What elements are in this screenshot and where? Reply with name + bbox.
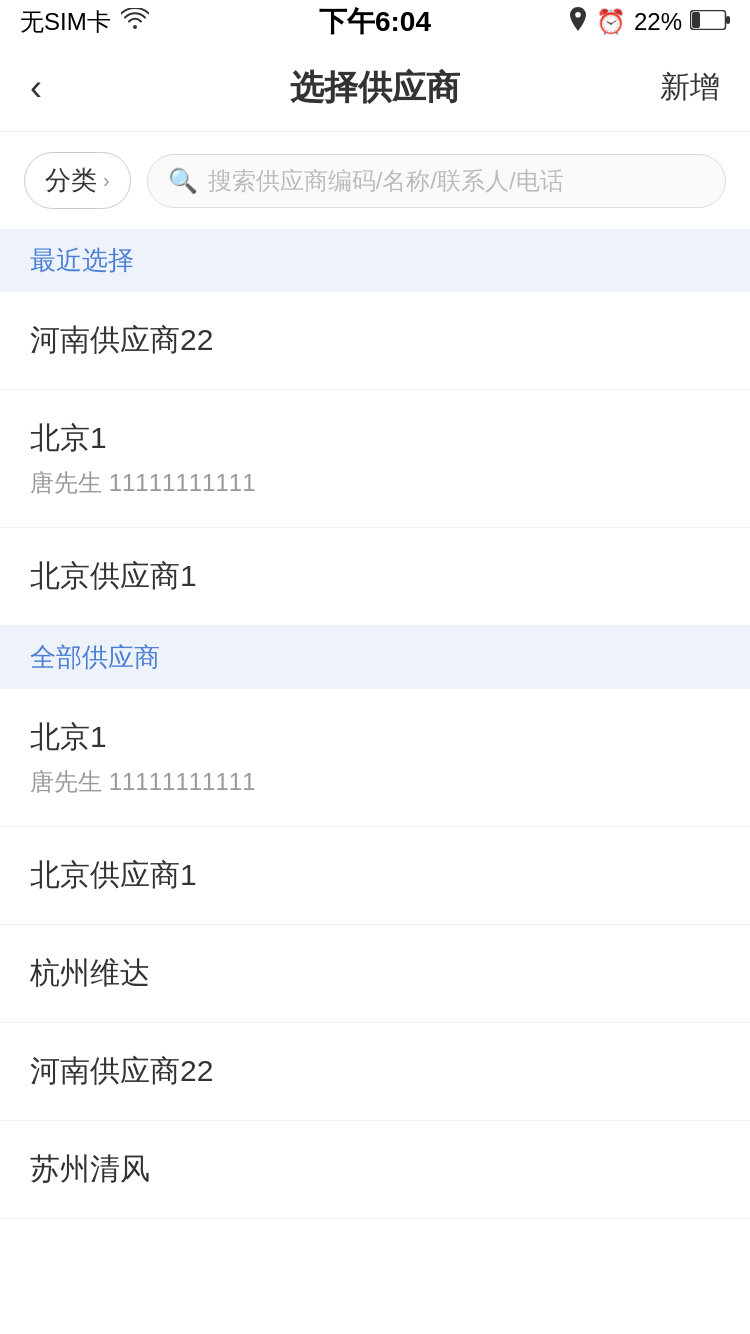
search-icon: 🔍 xyxy=(168,167,198,195)
item-sub: 唐先生 11111111111 xyxy=(30,766,720,798)
status-right: ⏰ 22% xyxy=(568,7,730,37)
category-label: 分类 xyxy=(45,163,97,198)
add-button[interactable]: 新增 xyxy=(660,67,720,108)
filter-bar: 分类 › 🔍 xyxy=(0,132,750,229)
list-item[interactable]: 河南供应商22 xyxy=(0,1023,750,1121)
wifi-icon xyxy=(121,8,149,36)
item-name: 北京供应商1 xyxy=(30,855,720,896)
all-items-list: 北京1 唐先生 11111111111 北京供应商1 杭州维达河南供应商22 苏州清风 xyxy=(0,689,750,1219)
all-section-header: 全部供应商 xyxy=(0,626,750,689)
item-name: 北京1 xyxy=(30,717,720,758)
search-box[interactable]: 🔍 xyxy=(147,154,726,208)
item-name: 苏州清风 xyxy=(30,1149,720,1190)
list-item[interactable]: 北京1 唐先生 11111111111 xyxy=(0,689,750,827)
item-name: 北京供应商1 xyxy=(30,556,720,597)
recent-section-label: 最近选择 xyxy=(30,245,134,275)
svg-rect-2 xyxy=(692,12,700,28)
list-item[interactable]: 北京供应商1 xyxy=(0,528,750,626)
recent-items-list: 河南供应商22 北京1 唐先生 11111111111 北京供应商1 xyxy=(0,292,750,626)
list-item[interactable]: 河南供应商22 xyxy=(0,292,750,390)
battery-label: 22% xyxy=(634,8,682,36)
item-name: 河南供应商22 xyxy=(30,320,720,361)
carrier-label: 无SIM卡 xyxy=(20,6,111,38)
back-button[interactable]: ‹ xyxy=(30,67,90,109)
recent-section-header: 最近选择 xyxy=(0,229,750,292)
item-name: 河南供应商22 xyxy=(30,1051,720,1092)
list-item[interactable]: 苏州清风 xyxy=(0,1121,750,1219)
location-icon xyxy=(568,7,588,37)
item-sub: 唐先生 11111111111 xyxy=(30,467,720,499)
category-button[interactable]: 分类 › xyxy=(24,152,131,209)
list-item[interactable]: 杭州维达 xyxy=(0,925,750,1023)
search-input[interactable] xyxy=(208,167,705,195)
chevron-right-icon: › xyxy=(103,169,110,192)
nav-bar: ‹ 选择供应商 新增 xyxy=(0,44,750,132)
item-name: 北京1 xyxy=(30,418,720,459)
status-bar: 无SIM卡 下午6:04 ⏰ 22% xyxy=(0,0,750,44)
status-time: 下午6:04 xyxy=(319,3,431,41)
list-item[interactable]: 北京供应商1 xyxy=(0,827,750,925)
all-section-label: 全部供应商 xyxy=(30,642,160,672)
svg-rect-1 xyxy=(726,16,730,24)
status-left: 无SIM卡 xyxy=(20,6,149,38)
alarm-icon: ⏰ xyxy=(596,8,626,36)
nav-title: 选择供应商 xyxy=(290,65,460,111)
item-name: 杭州维达 xyxy=(30,953,720,994)
battery-icon xyxy=(690,8,730,36)
list-item[interactable]: 北京1 唐先生 11111111111 xyxy=(0,390,750,528)
